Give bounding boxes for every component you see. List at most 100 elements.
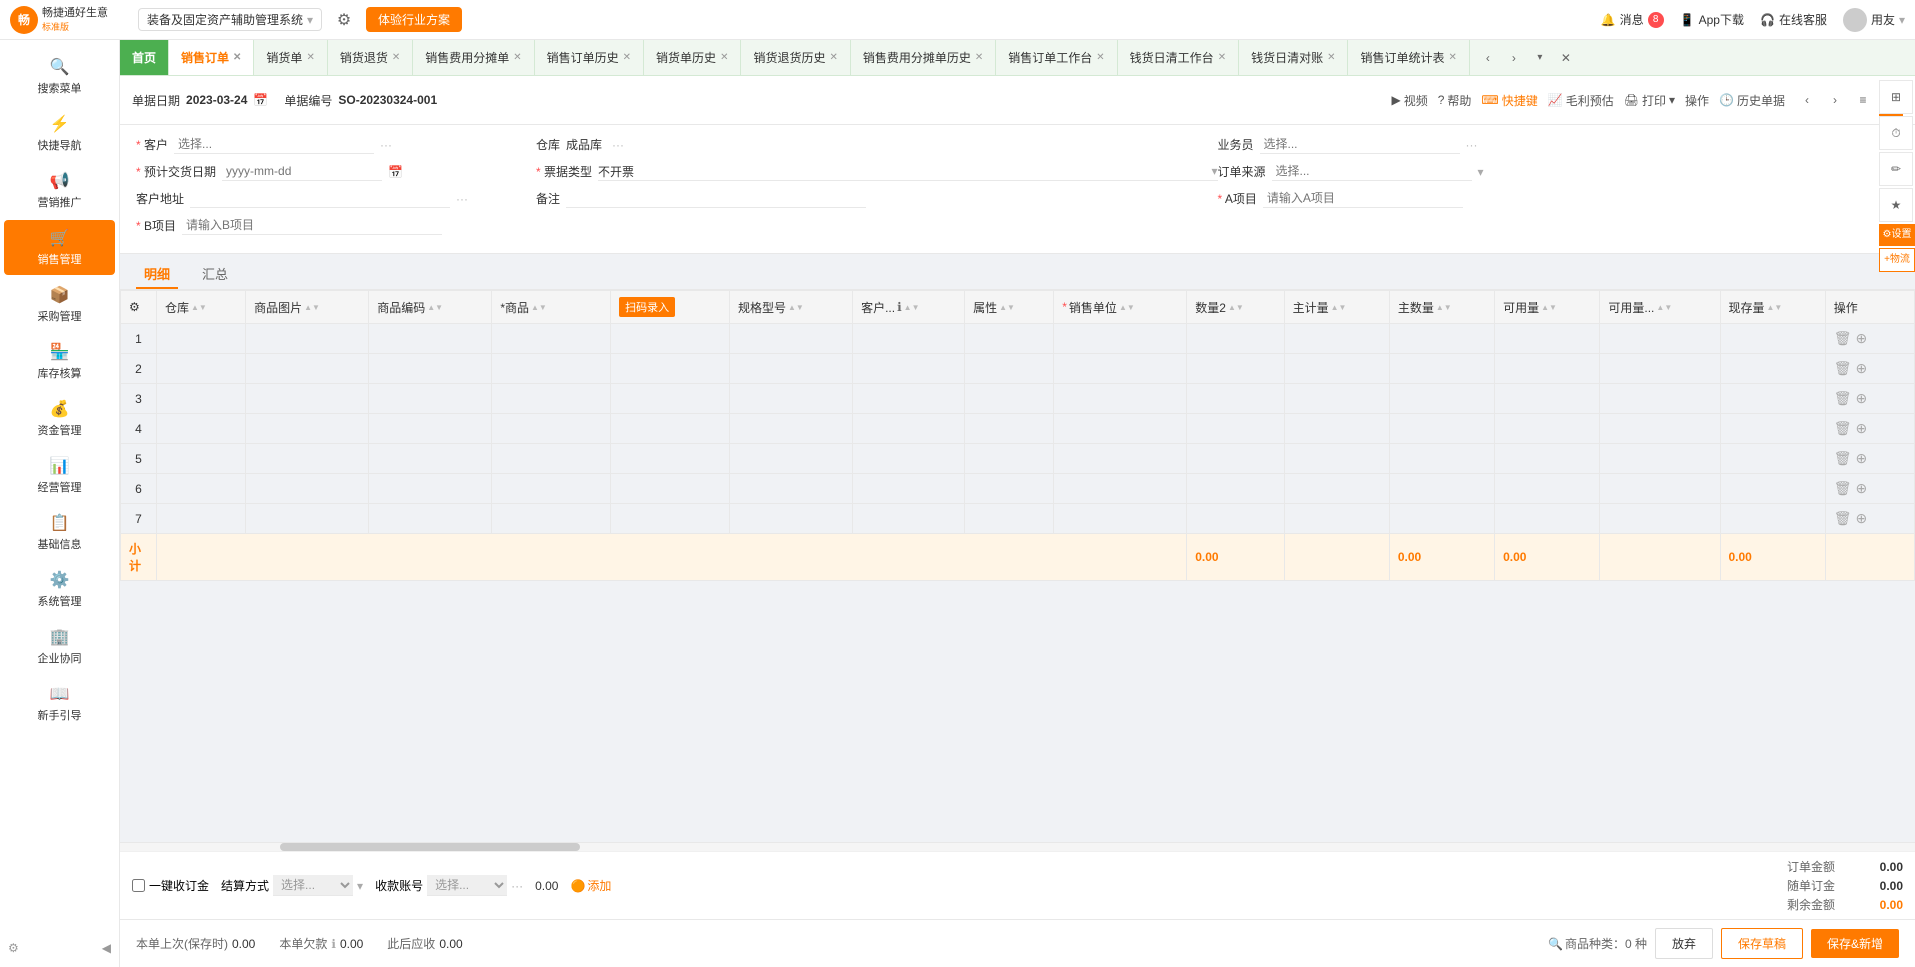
th-sku[interactable]: 商品编码▲▼ — [369, 291, 492, 324]
staff-input[interactable] — [1260, 135, 1460, 154]
cell-main-unit[interactable] — [1284, 474, 1389, 504]
sidebar-settings-icon[interactable]: ⚙ — [8, 941, 19, 955]
cell-warehouse[interactable] — [157, 384, 246, 414]
industry-btn[interactable]: 体验行业方案 — [366, 7, 462, 32]
delete-btn[interactable]: 🗑 — [1834, 360, 1852, 377]
sidebar-item-quick[interactable]: ⚡ 快捷导航 — [4, 106, 115, 161]
cell-main-qty[interactable] — [1389, 324, 1494, 354]
cell-main-qty[interactable] — [1389, 414, 1494, 444]
cell-sku[interactable] — [369, 414, 492, 444]
cell-qty2[interactable] — [1187, 444, 1284, 474]
th-settings[interactable]: ⚙ — [121, 291, 157, 324]
cell-scan[interactable] — [611, 384, 730, 414]
right-panel-setting-btn[interactable]: ⚙设置 — [1879, 224, 1915, 246]
cell-main-unit[interactable] — [1284, 444, 1389, 474]
cell-customer[interactable] — [853, 354, 965, 384]
cell-spec[interactable] — [730, 504, 853, 534]
cell-avail[interactable] — [1495, 504, 1600, 534]
close-icon[interactable]: ✕ — [513, 52, 521, 63]
th-main-unit[interactable]: 主计量▲▼ — [1284, 291, 1389, 324]
cell-sku[interactable] — [369, 384, 492, 414]
cell-scan[interactable] — [611, 324, 730, 354]
cell-main-unit[interactable] — [1284, 384, 1389, 414]
cell-unit[interactable] — [1054, 504, 1187, 534]
cell-sku[interactable] — [369, 324, 492, 354]
next-record-btn[interactable]: › — [1823, 82, 1847, 118]
cell-attr[interactable] — [965, 354, 1054, 384]
cell-avail[interactable] — [1495, 474, 1600, 504]
th-unit[interactable]: *销售单位▲▼ — [1054, 291, 1187, 324]
cell-warehouse[interactable] — [157, 354, 246, 384]
cell-customer[interactable] — [853, 414, 965, 444]
cell-avail2[interactable] — [1600, 504, 1720, 534]
close-icon[interactable]: ✕ — [975, 52, 983, 63]
order-source-input[interactable] — [1272, 162, 1472, 181]
cell-stock[interactable] — [1720, 444, 1825, 474]
copy-btn[interactable]: ⊕ — [1856, 510, 1868, 527]
copy-btn[interactable]: ⊕ — [1856, 450, 1868, 467]
remark-input[interactable] — [566, 189, 866, 208]
cell-img[interactable] — [246, 414, 369, 444]
history-btn[interactable]: 🕒 历史单据 — [1719, 92, 1785, 109]
cell-main-qty[interactable] — [1389, 354, 1494, 384]
tab-next-btn[interactable]: › — [1502, 40, 1526, 76]
close-icon[interactable]: ✕ — [623, 52, 631, 63]
cell-unit[interactable] — [1054, 324, 1187, 354]
bank-select[interactable]: 选择... — [427, 875, 507, 896]
close-icon[interactable]: ✕ — [1096, 52, 1104, 63]
tab-home[interactable]: 首页 — [120, 40, 169, 75]
cell-attr[interactable] — [965, 444, 1054, 474]
sidebar-item-purchase[interactable]: 📦 采购管理 — [4, 277, 115, 332]
cell-avail[interactable] — [1495, 354, 1600, 384]
delete-btn[interactable]: 🗑 — [1834, 330, 1852, 347]
right-panel-expand-btn[interactable]: ⊞ — [1879, 80, 1913, 114]
online-service[interactable]: 🎧 在线客服 — [1760, 11, 1827, 28]
tab-cash-reconcile[interactable]: 钱货日清对账 ✕ — [1239, 40, 1348, 75]
tab-detail[interactable]: 明细 — [136, 260, 178, 289]
delete-btn[interactable]: 🗑 — [1834, 480, 1852, 497]
cell-main-unit[interactable] — [1284, 354, 1389, 384]
delivery-input[interactable] — [222, 162, 382, 181]
close-icon[interactable]: ✕ — [392, 52, 400, 63]
list-view-btn[interactable]: ≡ — [1851, 82, 1875, 118]
cell-qty2[interactable] — [1187, 504, 1284, 534]
cell-attr[interactable] — [965, 324, 1054, 354]
delete-btn[interactable]: 🗑 — [1834, 390, 1852, 407]
cell-warehouse[interactable] — [157, 474, 246, 504]
cell-warehouse[interactable] — [157, 444, 246, 474]
discard-btn[interactable]: 放弃 — [1655, 928, 1713, 959]
th-customer[interactable]: 客户...ℹ▲▼ — [853, 291, 965, 324]
delete-btn[interactable]: 🗑 — [1834, 450, 1852, 467]
th-spec[interactable]: 规格型号▲▼ — [730, 291, 853, 324]
app-download[interactable]: 📱 App下载 — [1680, 11, 1744, 28]
customer-expand-icon[interactable]: ··· — [380, 138, 392, 152]
tab-return-history[interactable]: 销货退货历史 ✕ — [741, 40, 850, 75]
calendar-icon[interactable]: 📅 — [253, 93, 268, 107]
cell-customer[interactable] — [853, 384, 965, 414]
cell-stock[interactable] — [1720, 324, 1825, 354]
cell-main-qty[interactable] — [1389, 474, 1494, 504]
th-stock[interactable]: 现存量▲▼ — [1720, 291, 1825, 324]
tab-sales-expense[interactable]: 销售费用分摊单 ✕ — [413, 40, 534, 75]
copy-btn[interactable]: ⊕ — [1856, 330, 1868, 347]
th-warehouse[interactable]: 仓库▲▼ — [157, 291, 246, 324]
sidebar-item-operations[interactable]: 📊 经营管理 — [4, 448, 115, 503]
info-icon[interactable]: ℹ — [331, 937, 336, 951]
cell-scan[interactable] — [611, 354, 730, 384]
cell-avail[interactable] — [1495, 444, 1600, 474]
cell-sku[interactable] — [369, 354, 492, 384]
view-btn[interactable]: ▶ 视频 — [1391, 92, 1427, 109]
sidebar-item-sales[interactable]: 🛒 销售管理 — [4, 220, 115, 275]
cell-qty2[interactable] — [1187, 354, 1284, 384]
cell-spec[interactable] — [730, 354, 853, 384]
cell-main-qty[interactable] — [1389, 444, 1494, 474]
print-btn[interactable]: 🖨 打印 ▾ — [1624, 92, 1675, 109]
tab-prev-btn[interactable]: ‹ — [1476, 40, 1500, 76]
cell-warehouse[interactable] — [157, 414, 246, 444]
cell-attr[interactable] — [965, 414, 1054, 444]
sidebar-item-marketing[interactable]: 📢 营销推广 — [4, 163, 115, 218]
right-panel-star-btn[interactable]: ★ — [1879, 188, 1913, 222]
calendar-icon[interactable]: 📅 — [388, 165, 403, 179]
right-panel-add-btn[interactable]: +物流 — [1879, 248, 1915, 272]
th-product[interactable]: *商品▲▼ — [492, 291, 611, 324]
